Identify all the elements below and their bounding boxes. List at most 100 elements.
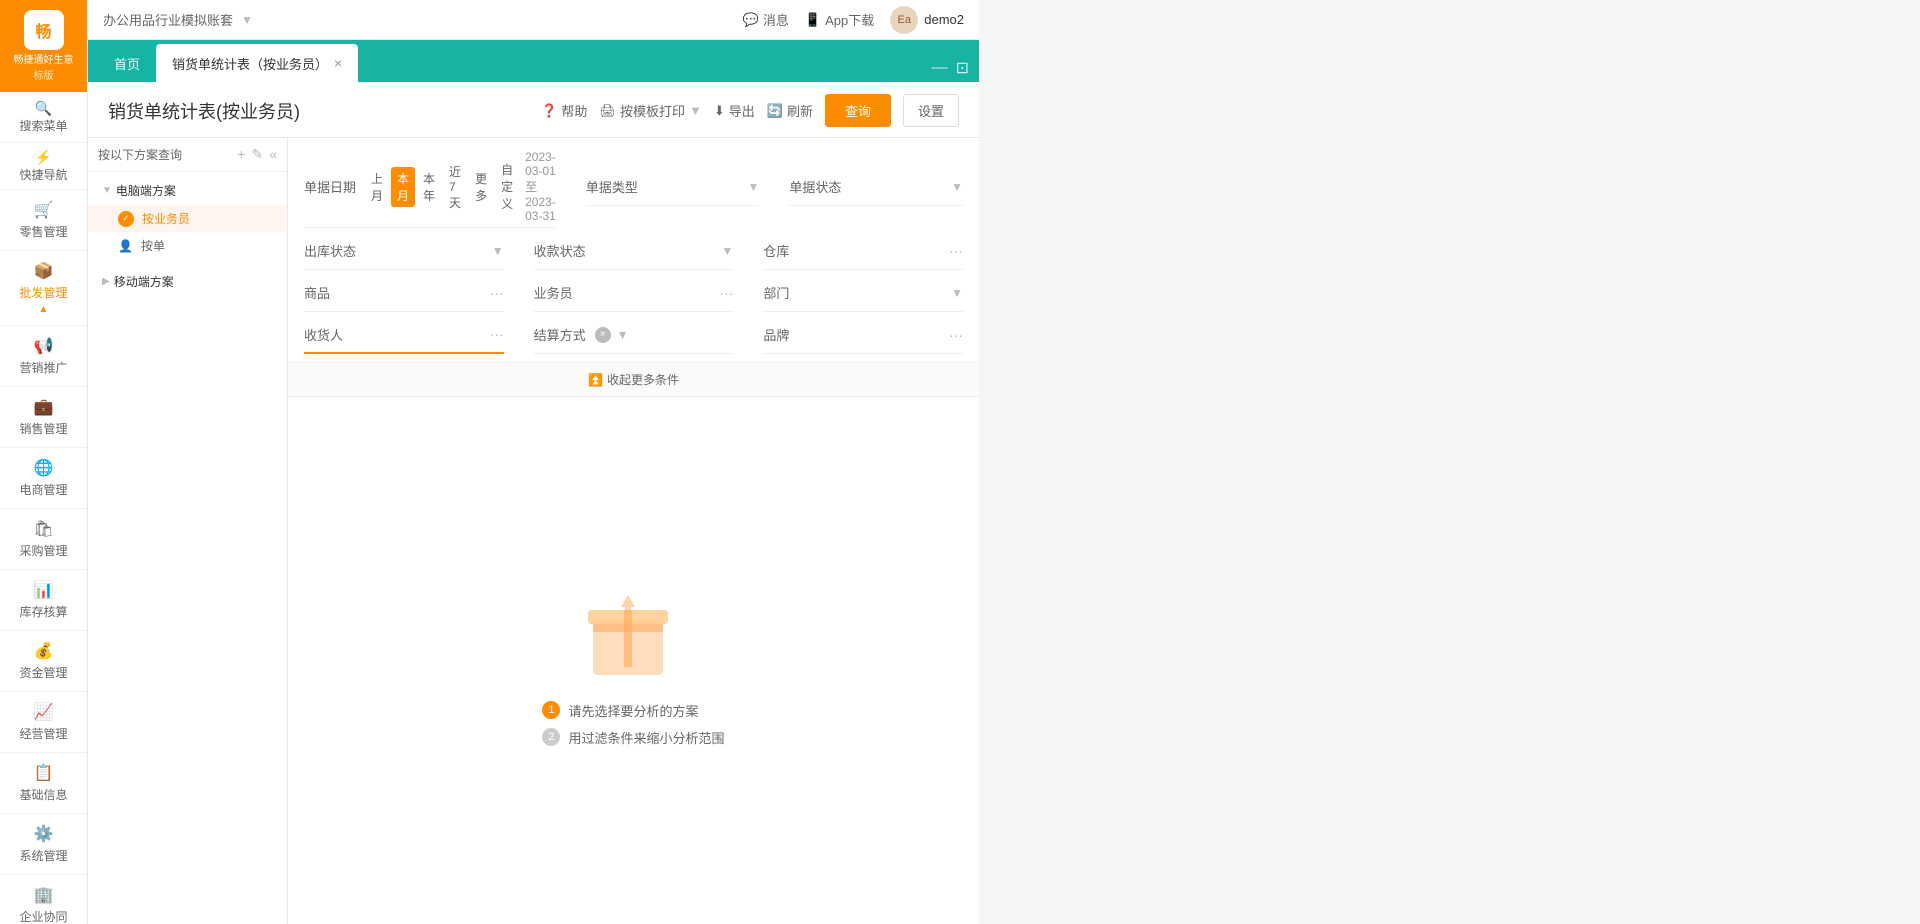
sidebar-item-operations[interactable]: 📈 经营管理 bbox=[0, 692, 87, 752]
empty-box-svg bbox=[573, 585, 693, 685]
receiptstatus-input[interactable]: ▼ bbox=[595, 244, 734, 258]
right-panel: 单据日期 上月 本月 本年 近7天 更多 自定义 2023-03-01 至 20… bbox=[288, 138, 979, 924]
sidebar-item-retail[interactable]: 🛒 零售管理 bbox=[0, 190, 87, 250]
refresh-btn[interactable]: 🔄 刷新 bbox=[767, 101, 813, 120]
search-label: 搜索菜单 bbox=[5, 117, 82, 134]
messages-btn[interactable]: 💬 消息 bbox=[743, 10, 789, 29]
topbar-title: 办公用品行业模拟账套 bbox=[103, 10, 233, 29]
filter-doctype-cell: 单据类型 ▼ bbox=[586, 172, 760, 206]
scheme-add-btn[interactable]: + bbox=[237, 146, 245, 163]
scheme-panel: 按以下方案查询 + ✎ « ▼ 电脑端方案 ✓ bbox=[88, 138, 288, 924]
sidebar-item-system[interactable]: ⚙️ 系统管理 bbox=[0, 814, 87, 874]
collapse-row: ⏫ 收起更多条件 bbox=[288, 362, 979, 396]
retail-label: 零售管理 bbox=[19, 223, 67, 240]
refresh-icon: 🔄 bbox=[767, 103, 783, 119]
date-btn-this-year[interactable]: 本年 bbox=[417, 167, 441, 207]
sidebar-item-marketing[interactable]: 📢 营销推广 bbox=[0, 326, 87, 386]
scheme-group-mobile-title[interactable]: ▶ 移动端方案 bbox=[88, 267, 287, 296]
sidebar-group-enterprise: 🏢 企业协同 bbox=[0, 875, 87, 924]
sidebar-item-ecommerce[interactable]: 🌐 电商管理 bbox=[0, 448, 87, 508]
purchase-icon: 🛍 bbox=[33, 519, 53, 539]
scheme-group-mobile: ▶ 移动端方案 bbox=[88, 263, 287, 300]
sidebar-group-marketing: 📢 营销推广 bbox=[0, 326, 87, 387]
doctype-arrow-icon: ▼ bbox=[748, 180, 760, 194]
sidebar-item-enterprise[interactable]: 🏢 企业协同 bbox=[0, 875, 87, 924]
purchase-label: 采购管理 bbox=[19, 542, 67, 559]
sidebar-item-finance[interactable]: 💰 资金管理 bbox=[0, 631, 87, 691]
date-btn-custom[interactable]: 自定义 bbox=[495, 158, 519, 215]
print-btn[interactable]: 🖨 按模板打印 ▼ bbox=[599, 101, 701, 120]
sidebar-item-inventory[interactable]: 📊 库存核算 bbox=[0, 570, 87, 630]
brand-dots-icon: ··· bbox=[949, 327, 963, 343]
date-btn-last-month[interactable]: 上月 bbox=[365, 167, 389, 207]
avatar-initials: Ea bbox=[898, 14, 911, 26]
finance-label: 资金管理 bbox=[19, 664, 67, 681]
filter-row-2: 出库状态 ▼ 收款状态 ▼ bbox=[304, 236, 963, 270]
consignee-input[interactable]: ··· bbox=[365, 326, 504, 342]
empty-steps: 1 请先选择要分析的方案 2 用过滤条件来缩小分析范围 bbox=[542, 701, 724, 747]
salesperson-input[interactable]: ··· bbox=[595, 285, 734, 301]
pc-group-label: 电脑端方案 bbox=[116, 182, 176, 199]
export-label: 导出 bbox=[729, 101, 755, 120]
sidebar-group-basic: 📋 基础信息 bbox=[0, 753, 87, 814]
page-actions: ❓ 帮助 🖨 按模板打印 ▼ ⬇ 导出 🔄 刷新 查询 设置 bbox=[541, 94, 959, 127]
date-btn-more[interactable]: 更多 bbox=[469, 167, 493, 207]
app-download-btn[interactable]: 📱 App下载 bbox=[805, 10, 874, 29]
sidebar-group-sales: 💼 销售管理 bbox=[0, 387, 87, 448]
warehouse-input[interactable]: ··· bbox=[824, 243, 963, 259]
scheme-edit-btn[interactable]: ✎ bbox=[251, 146, 263, 163]
scheme-collapse-btn[interactable]: « bbox=[269, 146, 277, 163]
export-btn[interactable]: ⬇ 导出 bbox=[714, 101, 755, 120]
basic-label: 基础信息 bbox=[19, 786, 67, 803]
goods-input[interactable]: ··· bbox=[365, 285, 504, 301]
inventory-label: 库存核算 bbox=[19, 603, 67, 620]
tab-close-btn[interactable]: × bbox=[334, 55, 342, 71]
sidebar-item-purchase[interactable]: 🛍 采购管理 bbox=[0, 509, 87, 569]
tab-active[interactable]: 销货单统计表（按业务员） × bbox=[156, 44, 358, 82]
docstatus-input[interactable]: ▼ bbox=[850, 180, 963, 194]
filter-docstatus-cell: 单据状态 ▼ bbox=[789, 172, 963, 206]
outstatus-input[interactable]: ▼ bbox=[365, 244, 504, 258]
sidebar-item-wholesale[interactable]: 📦 批发管理 ▲ bbox=[0, 251, 87, 325]
help-btn[interactable]: ❓ 帮助 bbox=[541, 101, 587, 120]
chevron-right-icon: ▶ bbox=[102, 276, 110, 287]
help-icon: ❓ bbox=[541, 103, 557, 119]
sidebar-item-sales[interactable]: 💼 销售管理 bbox=[0, 387, 87, 447]
step2-num: 2 bbox=[542, 728, 560, 746]
scheme-item-order[interactable]: 👤 按单 bbox=[88, 232, 287, 259]
date-btn-7days[interactable]: 近7天 bbox=[443, 160, 467, 214]
sidebar-item-basic[interactable]: 📋 基础信息 bbox=[0, 753, 87, 813]
filter-dept-cell: 部门 ▼ bbox=[763, 278, 963, 312]
filter-row-1: 单据日期 上月 本月 本年 近7天 更多 自定义 2023-03-01 至 20… bbox=[304, 150, 963, 228]
date-btn-this-month[interactable]: 本月 bbox=[391, 167, 415, 207]
tab-home[interactable]: 首页 bbox=[98, 44, 156, 82]
print-arrow-icon: ▼ bbox=[689, 103, 702, 118]
scheme-header-label: 按以下方案查询 bbox=[98, 146, 182, 163]
sidebar-search[interactable]: 🔍 搜索菜单 bbox=[0, 92, 87, 143]
setting-btn[interactable]: 设置 bbox=[903, 94, 959, 127]
outstatus-arrow-icon: ▼ bbox=[492, 244, 504, 258]
window-minimize-btn[interactable]: — bbox=[932, 59, 948, 77]
consignee-label: 收货人 bbox=[304, 325, 359, 344]
app-logo[interactable]: 畅 畅捷通好生意 标版 bbox=[0, 0, 87, 92]
topbar-right: 💬 消息 📱 App下载 Ea demo2 bbox=[743, 6, 964, 34]
window-maximize-btn[interactable]: ⊡ bbox=[956, 58, 969, 78]
scheme-icons: + ✎ « bbox=[237, 146, 277, 163]
dept-input[interactable]: ▼ bbox=[824, 286, 963, 300]
app-download-label: App下载 bbox=[825, 10, 874, 29]
collapse-btn[interactable]: ⏫ 收起更多条件 bbox=[588, 371, 679, 388]
brand-input[interactable]: ··· bbox=[824, 327, 963, 343]
refresh-label: 刷新 bbox=[787, 101, 813, 120]
doctype-input[interactable]: ▼ bbox=[647, 180, 760, 194]
sidebar-group-system: ⚙️ 系统管理 bbox=[0, 814, 87, 875]
filter-section: 单据日期 上月 本月 本年 近7天 更多 自定义 2023-03-01 至 20… bbox=[288, 138, 979, 397]
empty-step-1: 1 请先选择要分析的方案 bbox=[542, 701, 724, 720]
sidebar-quick-nav[interactable]: ⚡ 快捷导航 bbox=[0, 143, 87, 190]
payment-clear-btn[interactable]: × bbox=[595, 327, 611, 343]
user-menu[interactable]: Ea demo2 bbox=[890, 6, 964, 34]
query-btn[interactable]: 查询 bbox=[825, 94, 891, 127]
scheme-group-pc-title[interactable]: ▼ 电脑端方案 bbox=[88, 176, 287, 205]
messages-label: 消息 bbox=[763, 10, 789, 29]
scheme-item-salesperson[interactable]: ✓ 按业务员 bbox=[88, 205, 287, 232]
payment-input[interactable]: × ▼ bbox=[595, 327, 734, 343]
